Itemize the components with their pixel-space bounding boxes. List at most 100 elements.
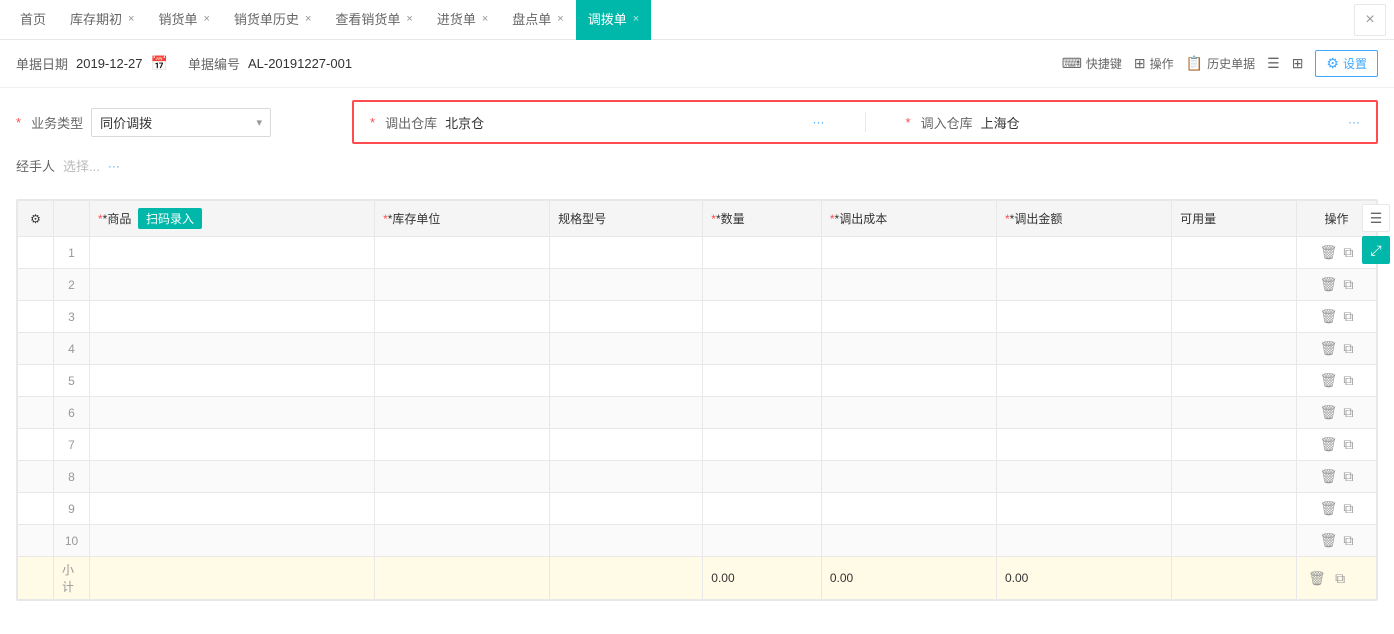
row-settings-10[interactable] [18, 525, 54, 557]
settings-button[interactable]: ⚙ 设置 [1315, 50, 1378, 77]
tab-transfer-order[interactable]: 调拨单 × [576, 0, 651, 40]
subtotal-copy-icon[interactable]: ⧉ [1335, 570, 1345, 586]
row-settings-2[interactable] [18, 269, 54, 301]
handler-placeholder[interactable]: 选择... [63, 156, 100, 175]
row-amount-3 [996, 301, 1171, 333]
delete-icon-6[interactable]: 🗑 [1320, 404, 1338, 420]
tab-close-view-sales[interactable]: × [406, 13, 412, 25]
copy-icon-10[interactable]: ⧉ [1343, 532, 1353, 548]
handler-more-button[interactable]: ··· [108, 159, 120, 173]
right-tool-expand-button[interactable]: ⤢ [1362, 236, 1390, 264]
out-warehouse-more-button[interactable]: ··· [813, 115, 825, 129]
tab-bar: 首页 库存期初 × 销货单 × 销货单历史 × 查看销货单 × 进货单 × 盘点… [0, 0, 1394, 40]
history-button[interactable]: 📋 历史单据 [1186, 55, 1255, 72]
date-value[interactable]: 2019-12-27 [76, 56, 143, 71]
row-settings-4[interactable] [18, 333, 54, 365]
window-close-button[interactable]: × [1354, 4, 1386, 36]
copy-icon-1[interactable]: ⧉ [1343, 244, 1353, 260]
tab-close-sales-history[interactable]: × [305, 13, 311, 25]
table-container: ⚙ **商品 扫码录入 **库存单位 规格型号 **数量 * [16, 199, 1378, 601]
delete-icon-9[interactable]: 🗑 [1320, 500, 1338, 516]
row-settings-5[interactable] [18, 365, 54, 397]
form-header-left: 单据日期 2019-12-27 📅 单据编号 AL-20191227-001 [16, 54, 352, 73]
right-tool-list-button[interactable]: ☰ [1362, 204, 1390, 232]
row-settings-6[interactable] [18, 397, 54, 429]
delete-icon-5[interactable]: 🗑 [1320, 372, 1338, 388]
row-ops-7[interactable]: 🗑⧉ [1297, 429, 1377, 461]
table-scroll-area[interactable]: ⚙ **商品 扫码录入 **库存单位 规格型号 **数量 * [17, 200, 1377, 600]
row-ops-2[interactable]: 🗑⧉ [1297, 269, 1377, 301]
tab-close-inventory-check[interactable]: × [557, 13, 563, 25]
tab-close-inventory-init[interactable]: × [128, 13, 134, 25]
row-ops-8[interactable]: 🗑⧉ [1297, 461, 1377, 493]
delete-icon-8[interactable]: 🗑 [1320, 468, 1338, 484]
row-unit-2 [375, 269, 550, 301]
row-ops-3[interactable]: 🗑⧉ [1297, 301, 1377, 333]
tab-inventory-init[interactable]: 库存期初 × [58, 0, 146, 40]
copy-icon-8[interactable]: ⧉ [1343, 468, 1353, 484]
tab-home[interactable]: 首页 [8, 0, 58, 40]
in-warehouse-more-button[interactable]: ··· [1348, 115, 1360, 129]
business-type-select[interactable]: 同价调拨 ▾ [91, 108, 271, 137]
row-amount-10 [996, 525, 1171, 557]
row-spec-5 [550, 365, 703, 397]
row-ops-9[interactable]: 🗑⧉ [1297, 493, 1377, 525]
settings-icon: ⚙ [1326, 55, 1339, 72]
row-ops-10[interactable]: 🗑⧉ [1297, 525, 1377, 557]
row-unit-8 [375, 461, 550, 493]
table-row: 10🗑⧉ [18, 525, 1377, 557]
row-ops-4[interactable]: 🗑⧉ [1297, 333, 1377, 365]
row-ops-5[interactable]: 🗑⧉ [1297, 365, 1377, 397]
delete-icon-2[interactable]: 🗑 [1320, 276, 1338, 292]
layout-grid-button[interactable]: ⊞ [1292, 55, 1304, 72]
row-settings-9[interactable] [18, 493, 54, 525]
delete-icon-3[interactable]: 🗑 [1320, 308, 1338, 324]
copy-icon-2[interactable]: ⧉ [1343, 276, 1353, 292]
tab-purchase-order[interactable]: 进货单 × [425, 0, 500, 40]
table-row: 6🗑⧉ [18, 397, 1377, 429]
operations-button[interactable]: ⊞ 操作 [1134, 55, 1174, 72]
row-available-2 [1172, 269, 1297, 301]
row-qty-7 [703, 429, 822, 461]
row-spec-10 [550, 525, 703, 557]
calendar-icon[interactable]: 📅 [151, 55, 168, 72]
copy-icon-3[interactable]: ⧉ [1343, 308, 1353, 324]
row-settings-3[interactable] [18, 301, 54, 333]
row-settings-1[interactable] [18, 237, 54, 269]
copy-icon-7[interactable]: ⧉ [1343, 436, 1353, 452]
row-settings-7[interactable] [18, 429, 54, 461]
copy-icon-9[interactable]: ⧉ [1343, 500, 1353, 516]
row-ops-6[interactable]: 🗑⧉ [1297, 397, 1377, 429]
tab-view-sales[interactable]: 查看销货单 × [323, 0, 424, 40]
row-settings-8[interactable] [18, 461, 54, 493]
out-warehouse-value: 北京仓 [445, 113, 804, 132]
tab-close-purchase-order[interactable]: × [482, 13, 488, 25]
delete-icon-4[interactable]: 🗑 [1320, 340, 1338, 356]
tab-close-transfer-order[interactable]: × [633, 13, 639, 25]
tab-sales-history[interactable]: 销货单历史 × [222, 0, 323, 40]
copy-icon-4[interactable]: ⧉ [1343, 340, 1353, 356]
copy-icon-5[interactable]: ⧉ [1343, 372, 1353, 388]
col-settings[interactable]: ⚙ [18, 201, 54, 237]
row-qty-2 [703, 269, 822, 301]
tab-sales-order[interactable]: 销货单 × [146, 0, 221, 40]
scan-entry-button[interactable]: 扫码录入 [138, 208, 202, 229]
date-label: 单据日期 [16, 54, 68, 73]
gear-icon: ⚙ [30, 212, 41, 226]
subtotal-settings-cell [18, 557, 54, 600]
row-spec-8 [550, 461, 703, 493]
copy-icon-6[interactable]: ⧉ [1343, 404, 1353, 420]
row-spec-1 [550, 237, 703, 269]
table-row: 4🗑⧉ [18, 333, 1377, 365]
shortcuts-button[interactable]: ⌨ 快捷键 [1062, 55, 1122, 72]
subtotal-delete-icon[interactable]: 🗑 [1308, 570, 1326, 586]
tab-close-sales-order[interactable]: × [203, 13, 209, 25]
delete-icon-7[interactable]: 🗑 [1320, 436, 1338, 452]
row-goods-8 [90, 461, 375, 493]
delete-icon-1[interactable]: 🗑 [1320, 244, 1338, 260]
tab-inventory-check[interactable]: 盘点单 × [500, 0, 575, 40]
expand-icon: ⤢ [1370, 242, 1381, 259]
layout-list-button[interactable]: ☰ [1267, 55, 1280, 72]
row-unit-7 [375, 429, 550, 461]
delete-icon-10[interactable]: 🗑 [1320, 532, 1338, 548]
